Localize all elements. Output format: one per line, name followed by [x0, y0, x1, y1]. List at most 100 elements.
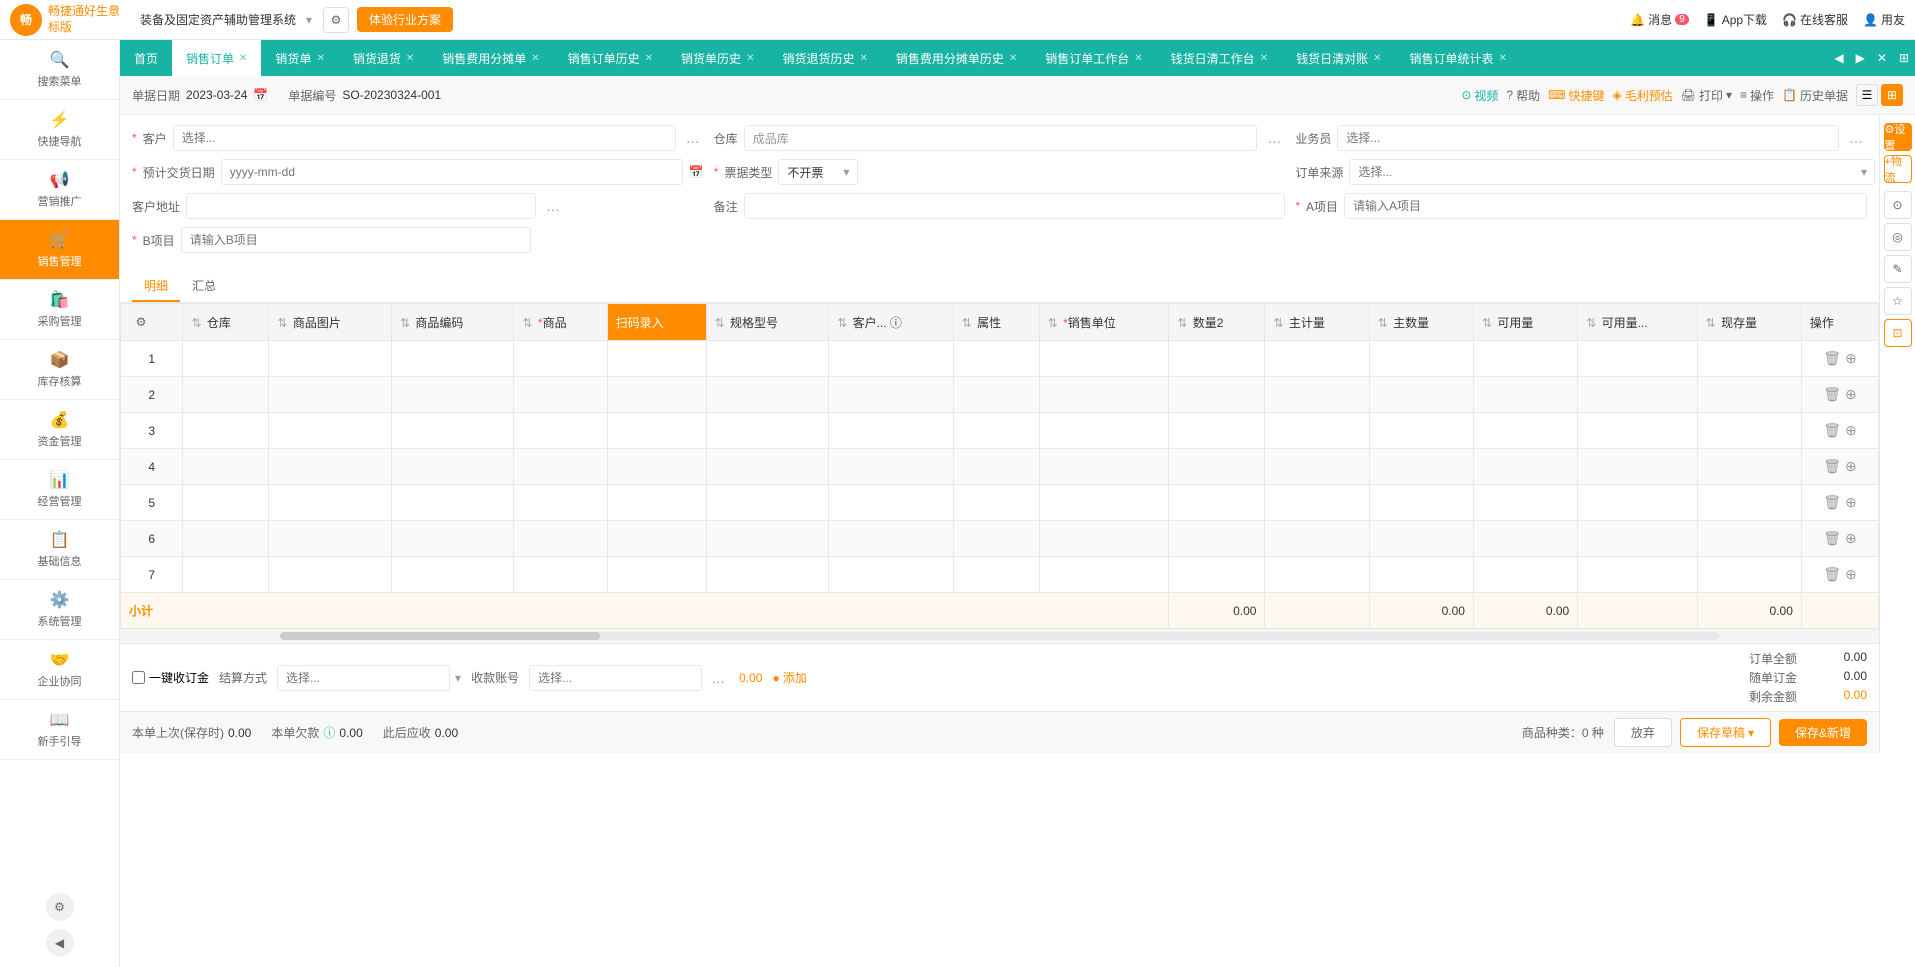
row-3-scan[interactable]: [607, 413, 706, 449]
row-5-main-unit[interactable]: [1265, 485, 1369, 521]
row-2-product[interactable]: [514, 377, 607, 413]
add-row-btn[interactable]: ● 添加: [772, 669, 806, 686]
sidebar-item-7[interactable]: 📊经营管理: [0, 460, 119, 520]
scroll-thumb[interactable]: [280, 632, 600, 640]
row-2-spec[interactable]: [706, 377, 829, 413]
row-7-avail[interactable]: [1473, 557, 1577, 593]
row-4-avail[interactable]: [1473, 449, 1577, 485]
one-click-checkbox[interactable]: [132, 671, 145, 684]
shortcut-btn[interactable]: ⌨ 快捷键: [1548, 87, 1604, 104]
account-select[interactable]: [529, 665, 702, 691]
row-2-stock[interactable]: [1697, 377, 1801, 413]
note-input[interactable]: [744, 193, 1286, 219]
row-6-spec[interactable]: [706, 521, 829, 557]
row-6-qty2[interactable]: [1169, 521, 1265, 557]
row-1-unit[interactable]: [1039, 341, 1169, 377]
row-2-main-qty[interactable]: [1369, 377, 1473, 413]
system-settings-btn[interactable]: ⚙: [323, 7, 349, 33]
row-1-product[interactable]: [514, 341, 607, 377]
row-6-avail[interactable]: [1473, 521, 1577, 557]
row-2-unit[interactable]: [1039, 377, 1169, 413]
row-3-copy-icon[interactable]: ⊕: [1845, 422, 1857, 439]
scroll-track[interactable]: [280, 632, 1719, 640]
row-3-customer[interactable]: [829, 413, 954, 449]
settings-panel-btn[interactable]: ⚙设置: [1884, 123, 1912, 151]
row-3-qty2[interactable]: [1169, 413, 1265, 449]
row-5-unit[interactable]: [1039, 485, 1169, 521]
tabs-next-arrow[interactable]: ▶: [1850, 40, 1871, 76]
row-1-scan[interactable]: [607, 341, 706, 377]
row-2-avail2[interactable]: [1578, 377, 1697, 413]
tab-summary[interactable]: 汇总: [180, 271, 228, 302]
row-7-copy-icon[interactable]: ⊕: [1845, 566, 1857, 583]
address-more-btn[interactable]: …: [542, 198, 564, 214]
account-more-btn[interactable]: …: [707, 670, 729, 686]
sidebar-settings-icon[interactable]: ⚙: [46, 893, 74, 921]
sidebar-item-4[interactable]: 🛍️采购管理: [0, 280, 119, 340]
row-5-scan[interactable]: [607, 485, 706, 521]
payment-method-arrow[interactable]: ▾: [455, 671, 461, 685]
row-2-code[interactable]: [391, 377, 514, 413]
list-view-btn[interactable]: ☰: [1856, 84, 1878, 106]
tab-detail[interactable]: 明细: [132, 271, 180, 302]
print-btn[interactable]: 🖨 打印 ▾: [1681, 87, 1732, 104]
row-7-spec[interactable]: [706, 557, 829, 593]
industry-solution-btn[interactable]: 体验行业方案: [357, 7, 453, 32]
row-4-main-unit[interactable]: [1265, 449, 1369, 485]
payment-method-select[interactable]: [277, 665, 450, 691]
nav-tab-0[interactable]: 首页: [120, 40, 172, 76]
user-avatar-btn[interactable]: 👤 用友: [1863, 11, 1905, 28]
row-4-spec[interactable]: [706, 449, 829, 485]
col-scan-header[interactable]: 扫码录入: [607, 304, 706, 341]
tabs-close-all[interactable]: ✕: [1871, 40, 1893, 76]
calendar-icon[interactable]: 📅: [253, 88, 268, 102]
business-input[interactable]: [1337, 125, 1839, 151]
panel-btn-5[interactable]: ✎: [1884, 255, 1912, 283]
row-5-customer[interactable]: [829, 485, 954, 521]
row-7-qty2[interactable]: [1169, 557, 1265, 593]
row-1-main-unit[interactable]: [1265, 341, 1369, 377]
nav-tab-4[interactable]: 销售费用分摊单✕: [428, 40, 553, 76]
row-2-delete-icon[interactable]: 🗑: [1823, 386, 1841, 403]
row-7-code[interactable]: [391, 557, 514, 593]
customer-more-btn[interactable]: …: [682, 130, 704, 146]
row-6-avail2[interactable]: [1578, 521, 1697, 557]
row-2-warehouse[interactable]: [183, 377, 269, 413]
row-6-main-qty[interactable]: [1369, 521, 1473, 557]
logistics-panel-btn[interactable]: +物流: [1884, 155, 1912, 183]
sidebar-item-10[interactable]: 🤝企业协同: [0, 640, 119, 700]
row-1-image[interactable]: [269, 341, 392, 377]
nav-tab-3[interactable]: 销货退货✕: [339, 40, 428, 76]
col-settings-header[interactable]: ⚙: [121, 304, 183, 341]
row-2-copy-icon[interactable]: ⊕: [1845, 386, 1857, 403]
row-1-customer[interactable]: [829, 341, 954, 377]
app-download-btn[interactable]: 📱 App下载: [1704, 11, 1767, 28]
row-7-avail2[interactable]: [1578, 557, 1697, 593]
sidebar-collapse-icon[interactable]: ◀: [46, 929, 74, 957]
row-4-delete-icon[interactable]: 🗑: [1823, 458, 1841, 475]
draft-arrow[interactable]: ▾: [1748, 726, 1754, 740]
panel-btn-4[interactable]: ◎: [1884, 223, 1912, 251]
nav-tab-10[interactable]: 钱货日清工作台✕: [1157, 40, 1282, 76]
row-5-image[interactable]: [269, 485, 392, 521]
delivery-date-input[interactable]: [221, 159, 683, 185]
profit-btn[interactable]: ◈ 毛利预估: [1612, 87, 1672, 104]
invoice-type-select[interactable]: 不开票 ▾: [778, 159, 858, 185]
row-3-spec[interactable]: [706, 413, 829, 449]
row-4-copy-icon[interactable]: ⊕: [1845, 458, 1857, 475]
row-7-customer[interactable]: [829, 557, 954, 593]
row-4-scan[interactable]: [607, 449, 706, 485]
row-4-avail2[interactable]: [1578, 449, 1697, 485]
row-6-code[interactable]: [391, 521, 514, 557]
row-6-product[interactable]: [514, 521, 607, 557]
row-2-avail[interactable]: [1473, 377, 1577, 413]
row-5-attr[interactable]: [953, 485, 1039, 521]
row-6-stock[interactable]: [1697, 521, 1801, 557]
row-3-main-qty[interactable]: [1369, 413, 1473, 449]
row-2-scan[interactable]: [607, 377, 706, 413]
row-7-scan[interactable]: [607, 557, 706, 593]
nav-tab-6[interactable]: 销货单历史✕: [667, 40, 768, 76]
b-project-input[interactable]: [181, 227, 531, 253]
title-dropdown-arrow[interactable]: ▾: [306, 13, 312, 27]
row-2-customer[interactable]: [829, 377, 954, 413]
